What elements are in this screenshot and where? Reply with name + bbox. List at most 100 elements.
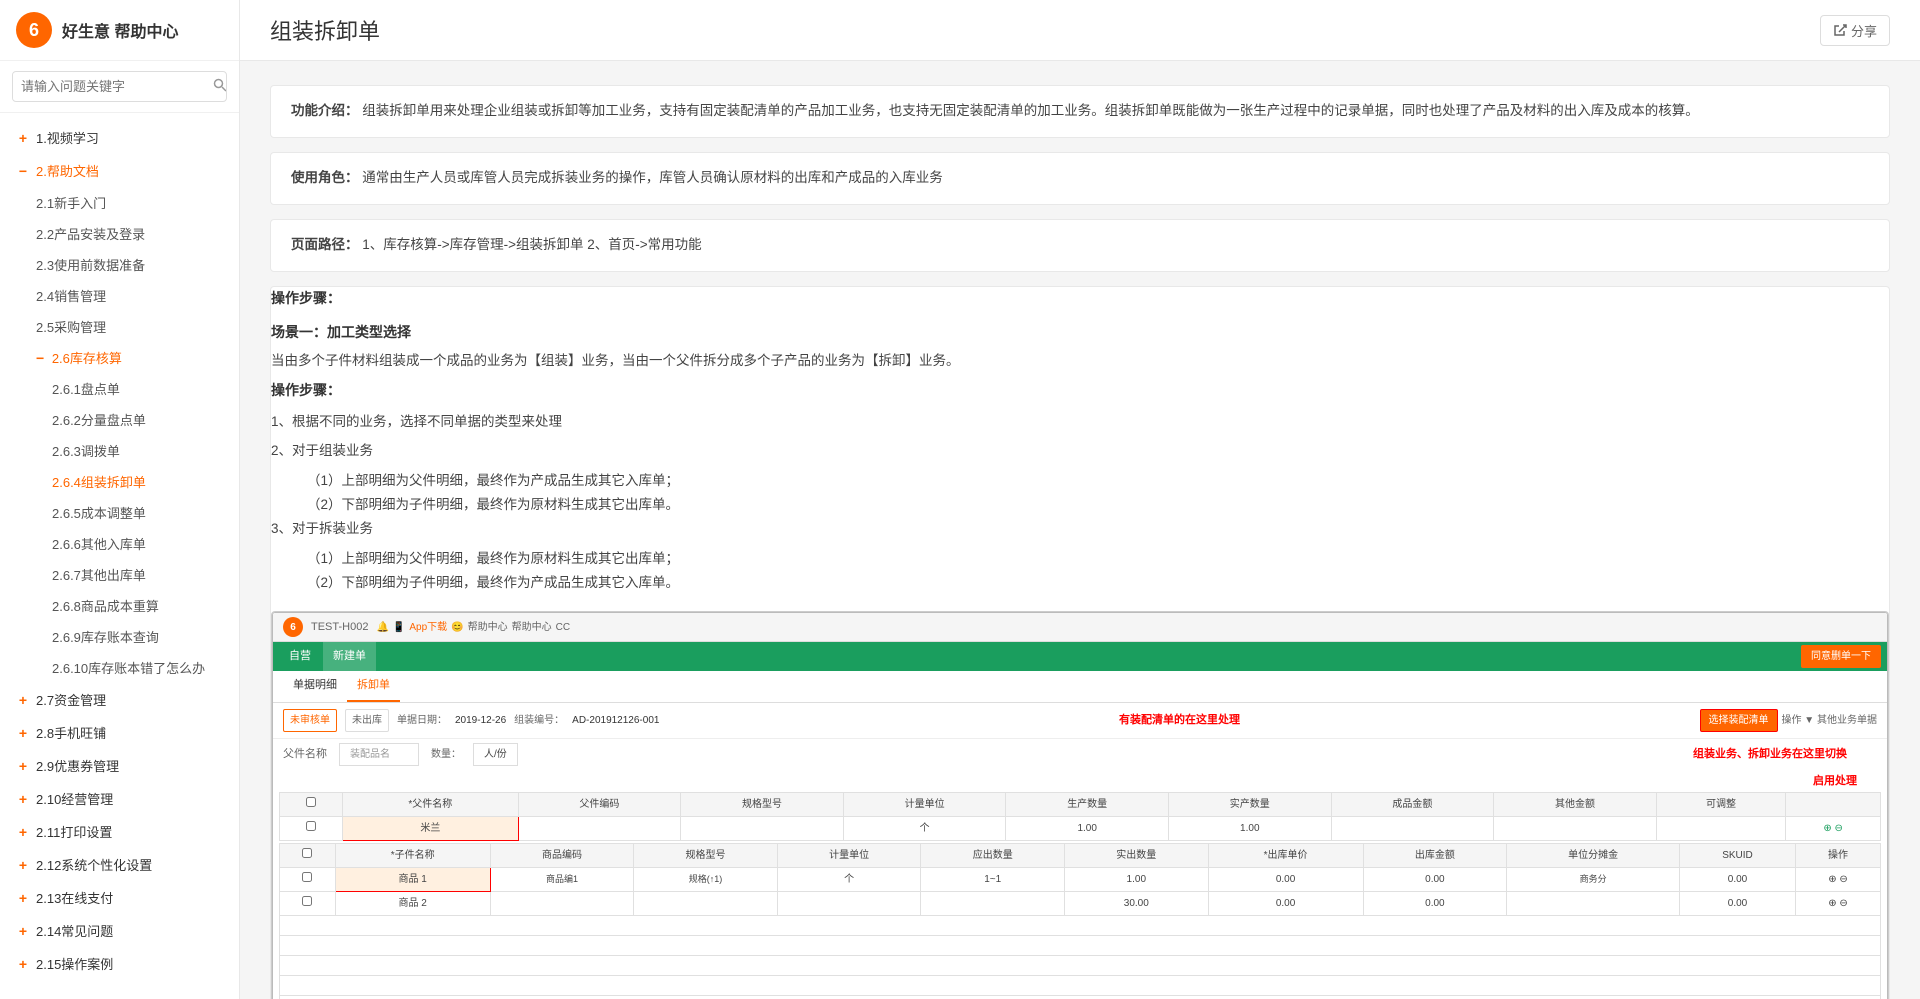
app-th-other-amount: 其他金额 bbox=[1494, 793, 1657, 817]
nav-tree: + 1.视频学习 − 2.帮助文档 2.1新手入门 2.2产品安装及登录 2.3… bbox=[0, 113, 239, 999]
logo-text: 好生意 帮助中心 bbox=[62, 18, 178, 42]
app-btd-name1[interactable]: 商品 1 bbox=[335, 868, 490, 892]
feature-intro-block: 功能介绍： 组装拆卸单用来处理企业组装或拆卸等加工业务，支持有固定装配清单的产品… bbox=[270, 85, 1890, 138]
app-status-out: 未出库 bbox=[345, 709, 389, 732]
app-btd-price2: 0.00 bbox=[1208, 892, 1363, 916]
sidebar-item-2-6-3[interactable]: 2.6.3调拨单 bbox=[0, 435, 239, 466]
app-subnav-active[interactable]: 拆卸单 bbox=[347, 671, 400, 702]
plus-icon-8: + bbox=[16, 891, 30, 905]
step3-1: （1）上部明细为父件明细，最终作为原材料生成其它出库单； bbox=[307, 547, 1889, 571]
sidebar-item-operations[interactable]: + 2.10经营管理 bbox=[0, 782, 239, 815]
sidebar-item-2-6-5[interactable]: 2.6.5成本调整单 bbox=[0, 497, 239, 528]
sidebar-item-payment[interactable]: + 2.13在线支付 bbox=[0, 881, 239, 914]
sidebar-item-newbie[interactable]: 2.1新手入门 bbox=[0, 187, 239, 218]
app-th-actual-qty: 实产数量 bbox=[1168, 793, 1331, 817]
app-topbar-btn[interactable]: 同意删单一下 bbox=[1801, 645, 1881, 668]
app-row-edit-btn1[interactable]: ⊕ ⊖ bbox=[1828, 874, 1848, 885]
role-text: 通常由生产人员或库管人员完成拆装业务的操作，库管人员确认原材料的出库和产成品的入… bbox=[362, 170, 943, 185]
app-form-date: 2019-12-26 bbox=[455, 712, 506, 729]
select-all-top[interactable] bbox=[306, 797, 316, 807]
app-btd-share1: 商务分 bbox=[1507, 868, 1680, 892]
row-checkbox-b1[interactable] bbox=[302, 872, 312, 882]
role-label: 使用角色： bbox=[291, 170, 359, 185]
app-td-qty: 1.00 bbox=[1006, 817, 1169, 841]
app-td-unit: 个 bbox=[843, 817, 1006, 841]
app-sub-nav: 单据明细 拆卸单 bbox=[273, 671, 1887, 703]
app-annotation2-text: 组装业务、拆卸业务在这里切换 bbox=[530, 745, 1877, 764]
sidebar-item-help[interactable]: − 2.帮助文档 2.1新手入门 2.2产品安装及登录 2.3使用前数据准备 2… bbox=[0, 154, 239, 683]
sidebar-item-2-6-2[interactable]: 2.6.2分量盘点单 bbox=[0, 404, 239, 435]
app-select-bom-btn[interactable]: 选择装配清单 bbox=[1700, 709, 1778, 732]
search-input[interactable] bbox=[13, 73, 205, 100]
app-annotation1-text: 有装配清单的在这里处理 bbox=[1119, 714, 1240, 726]
sidebar-item-coupon-label: 2.9优惠券管理 bbox=[36, 756, 119, 775]
plus-icon-6: + bbox=[16, 825, 30, 839]
select-all-bottom[interactable] bbox=[302, 848, 312, 858]
app-row-edit-btn2[interactable]: ⊕ ⊖ bbox=[1828, 898, 1848, 909]
app-th-amount: 成品金额 bbox=[1331, 793, 1494, 817]
app-topbar-id: TEST-H002 bbox=[311, 618, 368, 637]
app-nav-new[interactable]: 新建单 bbox=[323, 642, 376, 671]
page-title: 组装拆卸单 bbox=[270, 14, 380, 46]
app-td-act: ⊕ ⊖ bbox=[1786, 817, 1881, 841]
row-checkbox[interactable] bbox=[306, 821, 316, 831]
sidebar-item-mobile[interactable]: + 2.8手机旺铺 bbox=[0, 716, 239, 749]
app-form-btns[interactable]: 操作 ▼ 其他业务单据 bbox=[1782, 712, 1877, 729]
app-td-adjust bbox=[1656, 817, 1785, 841]
app-bth-share: 单位分摊金 bbox=[1507, 844, 1680, 868]
ops-steps-label: 操作步骤： bbox=[271, 287, 1889, 311]
logo-icon: 6 bbox=[16, 12, 52, 48]
app-nav-home[interactable]: 自营 bbox=[279, 642, 321, 671]
app-logo-icon: 6 bbox=[283, 617, 303, 637]
app-btd-out1: 0.00 bbox=[1363, 868, 1507, 892]
app-btd-code1: 商品编1 bbox=[490, 868, 634, 892]
sidebar-item-2-6-10[interactable]: 2.6.10库存账本错了怎么办 bbox=[0, 652, 239, 683]
sidebar-item-print[interactable]: + 2.11打印设置 bbox=[0, 815, 239, 848]
app-btd-should1: 1~1 bbox=[921, 868, 1065, 892]
sidebar-item-data-prep[interactable]: 2.3使用前数据准备 bbox=[0, 249, 239, 280]
plus-icon-3: + bbox=[16, 726, 30, 740]
sidebar-item-purchase[interactable]: 2.5采购管理 bbox=[0, 311, 239, 342]
app-bottom-row-5 bbox=[280, 956, 1881, 976]
share-button[interactable]: 分享 bbox=[1820, 15, 1890, 46]
sidebar-item-2-6-6[interactable]: 2.6.6其他入库单 bbox=[0, 528, 239, 559]
row-checkbox-b2[interactable] bbox=[302, 896, 312, 906]
step3-2: （2）下部明细为子件明细，最终作为产成品生成其它入库单。 bbox=[307, 571, 1889, 595]
sidebar-item-video[interactable]: + 1.视频学习 bbox=[0, 121, 239, 154]
step2: 2、对于组装业务 bbox=[271, 440, 1889, 463]
app-th-spec: 规格型号 bbox=[681, 793, 844, 817]
app-bth-should-qty: 应出数量 bbox=[921, 844, 1065, 868]
search-area bbox=[0, 61, 239, 113]
nav-sub-help: 2.1新手入门 2.2产品安装及登录 2.3使用前数据准备 2.4销售管理 2.… bbox=[0, 187, 239, 683]
app-name-input[interactable]: 装配品名 bbox=[339, 743, 419, 766]
search-button[interactable] bbox=[205, 72, 227, 101]
sidebar-item-2-6-9[interactable]: 2.6.9库存账本查询 bbox=[0, 621, 239, 652]
app-top-table: *父件名称 父件编码 规格型号 计量单位 生产数量 实产数量 成品金额 其他金额… bbox=[273, 792, 1887, 841]
step1: 1、根据不同的业务，选择不同单据的类型来处理 bbox=[271, 411, 1889, 434]
app-row-action-btn[interactable]: ⊕ ⊖ bbox=[1823, 823, 1843, 834]
sidebar-item-2-6-4[interactable]: 2.6.4组装拆卸单 bbox=[0, 466, 239, 497]
app-form-row: 未审核单 未出库 单据日期： 2019-12-26 组装编号： AD-20191… bbox=[273, 703, 1887, 739]
app-status-unverified[interactable]: 未审核单 bbox=[283, 709, 337, 732]
sidebar-item-coupon[interactable]: + 2.9优惠券管理 bbox=[0, 749, 239, 782]
sidebar-item-cases-label: 2.15操作案例 bbox=[36, 954, 113, 973]
sidebar-item-2-6-7[interactable]: 2.6.7其他出库单 bbox=[0, 559, 239, 590]
app-td-parent-name[interactable]: 米兰 bbox=[343, 817, 519, 841]
sidebar-item-finance[interactable]: + 2.7资金管理 bbox=[0, 683, 239, 716]
sidebar-item-settings[interactable]: + 2.12系统个性化设置 bbox=[0, 848, 239, 881]
sidebar-item-install[interactable]: 2.2产品安装及登录 bbox=[0, 218, 239, 249]
app-form-name-label: 父件名称 bbox=[283, 745, 327, 764]
sidebar-item-sales[interactable]: 2.4销售管理 bbox=[0, 280, 239, 311]
app-btd-sku1: 0.00 bbox=[1680, 868, 1796, 892]
sidebar-item-video-label: 1.视频学习 bbox=[36, 128, 99, 147]
sidebar-item-faq[interactable]: + 2.14常见问题 bbox=[0, 914, 239, 947]
sidebar-item-cases[interactable]: + 2.15操作案例 bbox=[0, 947, 239, 980]
app-qty-input[interactable]: 人/份 bbox=[473, 743, 518, 766]
sidebar-item-help-label: 2.帮助文档 bbox=[36, 161, 99, 180]
sidebar-item-2-6-1[interactable]: 2.6.1盘点单 bbox=[0, 373, 239, 404]
sidebar-item-2-6-8[interactable]: 2.6.8商品成本重算 bbox=[0, 590, 239, 621]
sidebar-item-inventory[interactable]: − 2.6库存核算 bbox=[0, 342, 239, 373]
step3: 3、对于拆装业务 bbox=[271, 518, 1889, 541]
app-subnav-detail[interactable]: 单据明细 bbox=[283, 671, 347, 702]
minus-icon: − bbox=[16, 164, 30, 178]
